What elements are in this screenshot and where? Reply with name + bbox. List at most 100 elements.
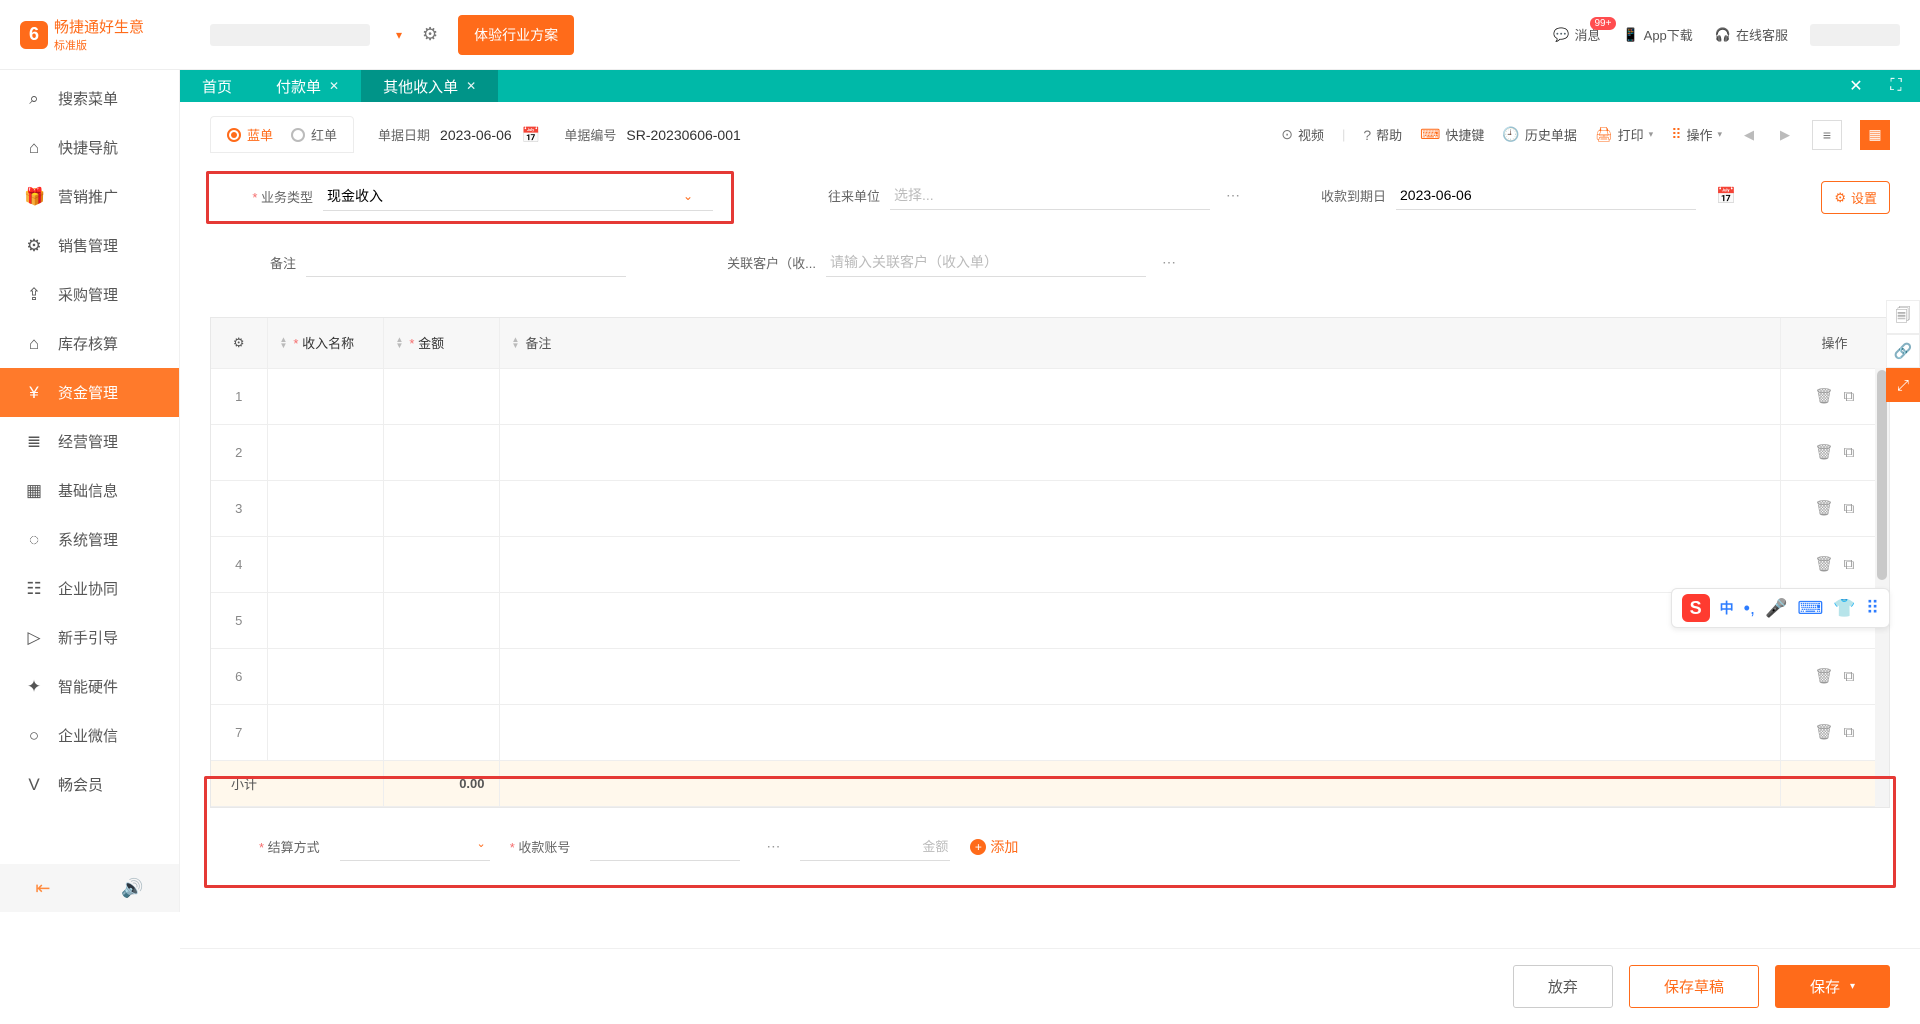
sound-icon[interactable]: 🔊: [121, 878, 143, 899]
tab-payment[interactable]: 付款单✕: [254, 70, 361, 102]
shortcut-button[interactable]: ⌨快捷键: [1420, 125, 1484, 144]
cell-income-name[interactable]: [267, 480, 383, 536]
sidebar-item-guide[interactable]: ▷新手引导: [0, 613, 179, 662]
settle-method-input[interactable]: [340, 833, 490, 861]
ime-keyboard-icon[interactable]: ⌨: [1797, 598, 1823, 619]
radio-blue[interactable]: 蓝单: [227, 125, 273, 144]
company-selector[interactable]: ▾: [210, 24, 422, 46]
ime-menu-icon[interactable]: ⠿: [1866, 598, 1879, 619]
cell-income-name[interactable]: [267, 648, 383, 704]
sidebar-item-coop[interactable]: ☷企业协同: [0, 564, 179, 613]
delete-row-icon[interactable]: 🗑: [1815, 667, 1834, 685]
settle-amount-input[interactable]: [800, 833, 950, 861]
table-row[interactable]: 3🗑⧉: [211, 480, 1889, 536]
tab-other-income[interactable]: 其他收入单✕: [361, 70, 498, 102]
copy-row-icon[interactable]: ⧉: [1844, 556, 1855, 573]
sidebar-item-vip[interactable]: V畅会员: [0, 760, 179, 809]
chevron-down-icon[interactable]: ⌄: [476, 837, 485, 850]
sidebar-item-basic[interactable]: ▦基础信息: [0, 466, 179, 515]
th-amount[interactable]: ▲▼金额: [383, 318, 499, 368]
due-input[interactable]: [1396, 181, 1696, 210]
messages-link[interactable]: 💬 消息 99+: [1553, 25, 1600, 44]
settle-acct-input[interactable]: [590, 833, 740, 861]
more-icon[interactable]: ⋯: [1226, 187, 1240, 204]
cell-note[interactable]: [499, 704, 1781, 760]
gear-icon[interactable]: ⚙: [422, 24, 438, 45]
prev-doc-icon[interactable]: ◀: [1740, 127, 1758, 143]
cell-income-name[interactable]: [267, 424, 383, 480]
add-row-button[interactable]: +添加: [970, 837, 1018, 857]
app-download-link[interactable]: 📱 App下载: [1622, 25, 1692, 44]
table-row[interactable]: 1🗑⧉: [211, 368, 1889, 424]
cell-amount[interactable]: [383, 368, 499, 424]
date-value[interactable]: 2023-06-06: [440, 127, 512, 143]
cell-amount[interactable]: [383, 704, 499, 760]
settings-button[interactable]: ⚙设置: [1821, 181, 1890, 214]
delete-row-icon[interactable]: 🗑: [1815, 555, 1834, 573]
copy-row-icon[interactable]: ⧉: [1844, 388, 1855, 405]
copy-row-icon[interactable]: ⧉: [1844, 668, 1855, 685]
table-row[interactable]: 5🗑⧉: [211, 592, 1889, 648]
close-all-icon[interactable]: ✕: [1840, 70, 1872, 102]
next-doc-icon[interactable]: ▶: [1776, 127, 1794, 143]
ime-skin-icon[interactable]: 👕: [1833, 598, 1855, 619]
video-button[interactable]: ⊙视频: [1281, 125, 1324, 144]
sidebar-item-search-menu[interactable]: ⌕搜索菜单: [0, 74, 179, 123]
calendar-icon[interactable]: 📅: [522, 126, 541, 144]
table-row[interactable]: 4🗑⧉: [211, 536, 1889, 592]
save-button[interactable]: 保存▾: [1775, 965, 1890, 1008]
th-gear[interactable]: ⚙: [211, 318, 267, 368]
rail-link-icon[interactable]: 🔗: [1886, 334, 1920, 368]
history-button[interactable]: 🕘历史单据: [1502, 125, 1576, 144]
cell-amount[interactable]: [383, 536, 499, 592]
help-button[interactable]: ?帮助: [1363, 125, 1402, 144]
link-cust-input[interactable]: [826, 248, 1146, 277]
chevron-down-icon[interactable]: ⌄: [683, 189, 693, 203]
cell-note[interactable]: [499, 480, 1781, 536]
more-icon[interactable]: ⋯: [1162, 254, 1176, 271]
sidebar-item-operation[interactable]: ≣经营管理: [0, 417, 179, 466]
cell-note[interactable]: [499, 424, 1781, 480]
cell-income-name[interactable]: [267, 368, 383, 424]
delete-row-icon[interactable]: 🗑: [1815, 723, 1834, 741]
cell-amount[interactable]: [383, 648, 499, 704]
ops-button[interactable]: ⠿操作▾: [1671, 125, 1722, 144]
radio-red[interactable]: 红单: [291, 125, 337, 144]
more-icon[interactable]: ⋯: [766, 838, 780, 855]
party-input[interactable]: [890, 181, 1210, 210]
rail-expand-icon[interactable]: ⤢: [1886, 368, 1920, 402]
delete-row-icon[interactable]: 🗑: [1815, 499, 1834, 517]
remark-input[interactable]: [306, 248, 626, 277]
trial-button[interactable]: 体验行业方案: [458, 15, 574, 55]
delete-row-icon[interactable]: 🗑: [1815, 387, 1834, 405]
tab-home[interactable]: 首页: [180, 70, 254, 102]
cell-note[interactable]: [499, 648, 1781, 704]
sidebar-item-funds[interactable]: ¥资金管理: [0, 368, 179, 417]
view-list-icon[interactable]: ≡: [1812, 120, 1842, 150]
sidebar-item-sales[interactable]: ⚙销售管理: [0, 221, 179, 270]
ime-lang[interactable]: 中: [1720, 598, 1734, 618]
cell-note[interactable]: [499, 592, 1781, 648]
close-icon[interactable]: ✕: [466, 79, 476, 93]
sidebar-item-system[interactable]: ◌系统管理: [0, 515, 179, 564]
customer-service-link[interactable]: 🎧 在线客服: [1715, 25, 1788, 44]
cell-amount[interactable]: [383, 480, 499, 536]
rail-note-icon[interactable]: 🗐: [1886, 300, 1920, 334]
copy-row-icon[interactable]: ⧉: [1844, 444, 1855, 461]
sidebar-item-hardware[interactable]: ✦智能硬件: [0, 662, 179, 711]
table-row[interactable]: 7🗑⧉: [211, 704, 1889, 760]
th-income-name[interactable]: ▲▼收入名称: [267, 318, 383, 368]
collapse-left-icon[interactable]: ⇤: [35, 878, 50, 899]
copy-row-icon[interactable]: ⧉: [1844, 500, 1855, 517]
fullscreen-icon[interactable]: ⛶: [1880, 70, 1912, 102]
th-note[interactable]: ▲▼备注: [499, 318, 1781, 368]
calendar-icon[interactable]: 📅: [1716, 186, 1736, 206]
table-row[interactable]: 6🗑⧉: [211, 648, 1889, 704]
cell-income-name[interactable]: [267, 536, 383, 592]
view-tile-icon[interactable]: ▦: [1860, 120, 1890, 150]
abandon-button[interactable]: 放弃: [1513, 965, 1613, 1008]
cell-amount[interactable]: [383, 592, 499, 648]
user-area[interactable]: [1810, 24, 1900, 46]
sidebar-item-wechat[interactable]: ○企业微信: [0, 711, 179, 760]
print-button[interactable]: 🖨打印▾: [1595, 125, 1653, 144]
